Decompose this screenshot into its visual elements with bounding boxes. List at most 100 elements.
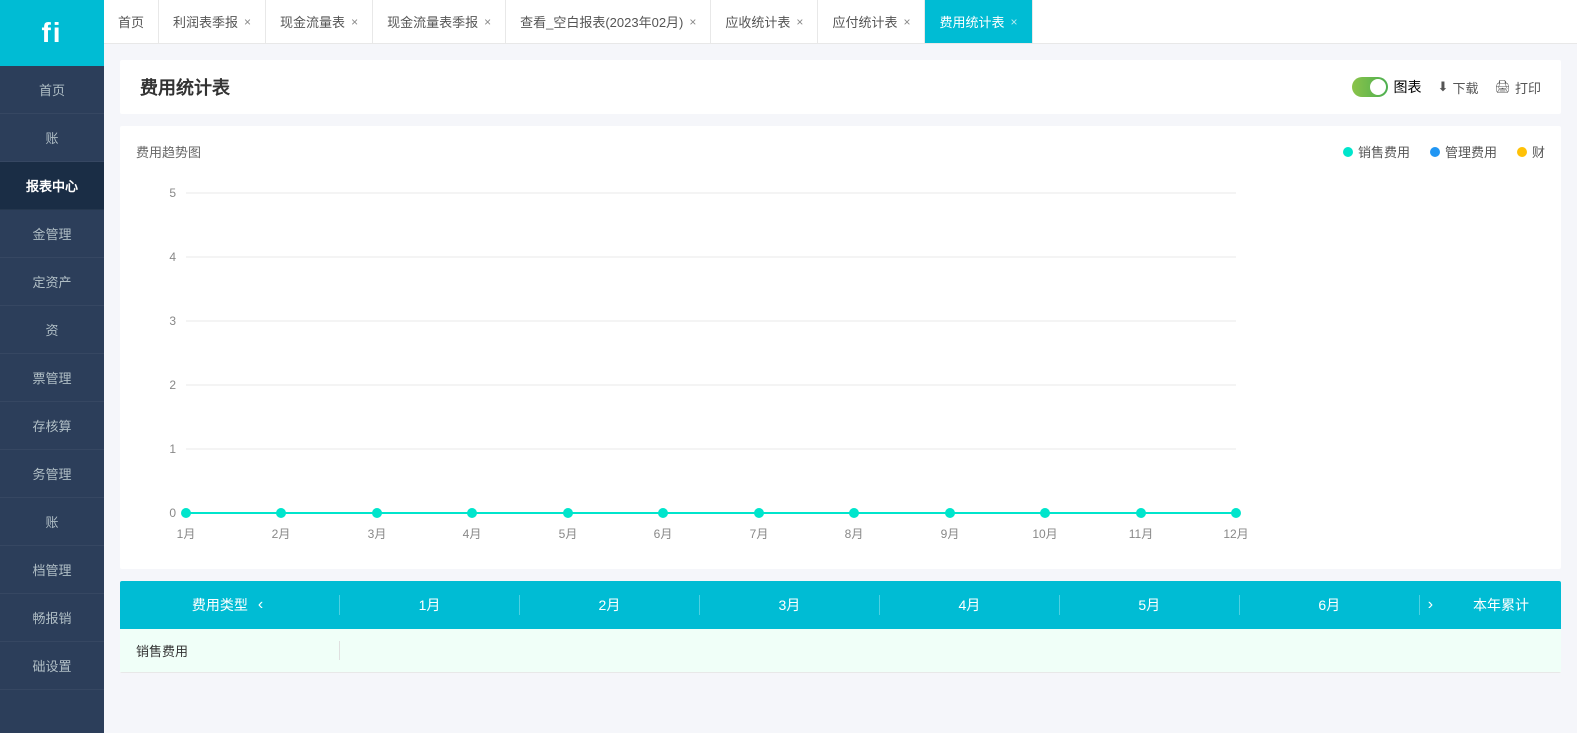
svg-text:0: 0	[169, 506, 176, 520]
print-icon: 🖨	[1494, 79, 1511, 95]
legend-finance: 财	[1517, 142, 1545, 161]
dot-7	[754, 508, 764, 518]
svg-text:6月: 6月	[654, 527, 673, 541]
tab-payable[interactable]: 应付统计表 ×	[818, 0, 925, 43]
dot-1	[181, 508, 191, 518]
legend-sales-label: 销售费用	[1358, 142, 1410, 161]
table-header-row: 费用类型 ‹ 1月 2月 3月 4月 5月 6月 › 本年累计	[120, 581, 1561, 629]
page-header: 费用统计表 图表 ⬇ 下载 🖨 打印	[120, 60, 1561, 114]
legend-admin-dot	[1430, 147, 1440, 157]
sidebar-item-cash-mgmt[interactable]: 金管理	[0, 210, 104, 258]
chart-toggle[interactable]	[1352, 77, 1388, 97]
main-area: 首页 利润表季报 × 现金流量表 × 现金流量表季报 × 查看_空白报表(202…	[104, 0, 1577, 733]
tab-receivable-label: 应收统计表	[725, 12, 790, 31]
sidebar-item-service-mgmt[interactable]: 务管理	[0, 450, 104, 498]
sidebar-item-expense[interactable]: 畅报销	[0, 594, 104, 642]
print-button[interactable]: 🖨 打印	[1494, 78, 1541, 97]
tab-cashflow-label: 现金流量表	[280, 12, 345, 31]
tab-cashflow-q-label: 现金流量表季报	[387, 12, 478, 31]
tab-expense-stat-close[interactable]: ×	[1010, 15, 1017, 29]
sidebar-item-report-center[interactable]: 报表中心	[0, 162, 104, 210]
tab-blank-report-close[interactable]: ×	[689, 15, 696, 29]
chart-area: 5 4 3 2 1 0 1月 2月 3月 4月 5月 6月 7月 8月 9	[136, 173, 1545, 553]
line-chart-svg: 5 4 3 2 1 0 1月 2月 3月 4月 5月 6月 7月 8月 9	[136, 173, 1545, 553]
tab-receivable[interactable]: 应收统计表 ×	[711, 0, 818, 43]
dot-5	[563, 508, 573, 518]
sidebar-item-fixed-assets[interactable]: 定资产	[0, 258, 104, 306]
svg-text:8月: 8月	[845, 527, 864, 541]
dot-12	[1231, 508, 1241, 518]
svg-text:2: 2	[169, 378, 176, 392]
th-month-4: 4月	[880, 595, 1060, 615]
tab-receivable-close[interactable]: ×	[796, 15, 803, 29]
legend-sales-dot	[1343, 147, 1353, 157]
th-month-6: 6月	[1240, 595, 1420, 615]
sidebar-item-home[interactable]: 首页	[0, 66, 104, 114]
svg-text:3月: 3月	[368, 527, 387, 541]
dot-6	[658, 508, 668, 518]
svg-text:11月: 11月	[1129, 527, 1153, 541]
download-button[interactable]: ⬇ 下载	[1438, 78, 1479, 97]
tab-payable-label: 应付统计表	[832, 12, 897, 31]
tab-bar: 首页 利润表季报 × 现金流量表 × 现金流量表季报 × 查看_空白报表(202…	[104, 0, 1577, 44]
next-arrow[interactable]: ›	[1420, 596, 1441, 614]
th-type-label: 费用类型	[192, 595, 248, 615]
dot-9	[945, 508, 955, 518]
dot-4	[467, 508, 477, 518]
svg-text:12月: 12月	[1223, 527, 1248, 541]
th-type: 费用类型 ‹	[120, 595, 340, 615]
legend-finance-label: 财	[1532, 142, 1545, 161]
sidebar-item-settings[interactable]: 础设置	[0, 642, 104, 690]
prev-arrow[interactable]: ‹	[254, 596, 267, 614]
chart-title: 费用趋势图	[136, 142, 201, 161]
tab-cashflow-close[interactable]: ×	[351, 15, 358, 29]
tab-profit[interactable]: 利润表季报 ×	[159, 0, 266, 43]
header-actions: 图表 ⬇ 下载 🖨 打印	[1352, 77, 1541, 97]
tab-expense-stat[interactable]: 费用统计表 ×	[925, 0, 1032, 43]
th-month-3: 3月	[700, 595, 880, 615]
svg-text:7月: 7月	[750, 527, 769, 541]
th-month-1: 1月	[340, 595, 520, 615]
table-row: 销售费用	[120, 629, 1561, 673]
tab-home-label: 首页	[118, 12, 144, 31]
chart-legend: 销售费用 管理费用 财	[1343, 142, 1545, 161]
svg-text:5: 5	[169, 186, 176, 200]
svg-text:4: 4	[169, 250, 176, 264]
tab-blank-report-label: 查看_空白报表(2023年02月)	[520, 12, 683, 31]
tab-cashflow-q[interactable]: 现金流量表季报 ×	[373, 0, 506, 43]
svg-text:10月: 10月	[1032, 527, 1057, 541]
dot-10	[1040, 508, 1050, 518]
download-label: 下载	[1452, 78, 1478, 97]
svg-text:1: 1	[169, 442, 176, 456]
svg-text:2月: 2月	[272, 527, 291, 541]
svg-text:3: 3	[169, 314, 176, 328]
sidebar-item-payroll[interactable]: 账	[0, 498, 104, 546]
sidebar-item-ticket-mgmt[interactable]: 票管理	[0, 354, 104, 402]
tab-profit-close[interactable]: ×	[244, 15, 251, 29]
sidebar-item-ledger[interactable]: 账	[0, 114, 104, 162]
dot-8	[849, 508, 859, 518]
sidebar: fi 首页 账 报表中心 金管理 定资产 资 票管理 存核算 务管理 账 档管理…	[0, 0, 104, 733]
td-row1-type: 销售费用	[120, 641, 340, 660]
tab-home[interactable]: 首页	[104, 0, 159, 43]
chart-header: 费用趋势图 销售费用 管理费用 财	[136, 142, 1545, 161]
toggle-label: 图表	[1394, 77, 1422, 97]
legend-finance-dot	[1517, 147, 1527, 157]
tab-blank-report[interactable]: 查看_空白报表(2023年02月) ×	[506, 0, 711, 43]
tab-payable-close[interactable]: ×	[903, 15, 910, 29]
page-content: 费用统计表 图表 ⬇ 下载 🖨 打印 费用趋势图	[104, 44, 1577, 733]
th-month-5: 5月	[1060, 595, 1240, 615]
svg-text:1月: 1月	[177, 527, 196, 541]
svg-text:4月: 4月	[463, 527, 482, 541]
svg-text:9月: 9月	[941, 527, 960, 541]
toggle-wrap: 图表	[1352, 77, 1422, 97]
download-icon: ⬇	[1438, 79, 1449, 95]
th-total: 本年累计	[1441, 595, 1561, 615]
chart-section: 费用趋势图 销售费用 管理费用 财	[120, 126, 1561, 569]
tab-cashflow-q-close[interactable]: ×	[484, 15, 491, 29]
tab-cashflow[interactable]: 现金流量表 ×	[266, 0, 373, 43]
dot-11	[1136, 508, 1146, 518]
sidebar-item-inventory[interactable]: 存核算	[0, 402, 104, 450]
sidebar-item-archive-mgmt[interactable]: 档管理	[0, 546, 104, 594]
sidebar-item-investment[interactable]: 资	[0, 306, 104, 354]
